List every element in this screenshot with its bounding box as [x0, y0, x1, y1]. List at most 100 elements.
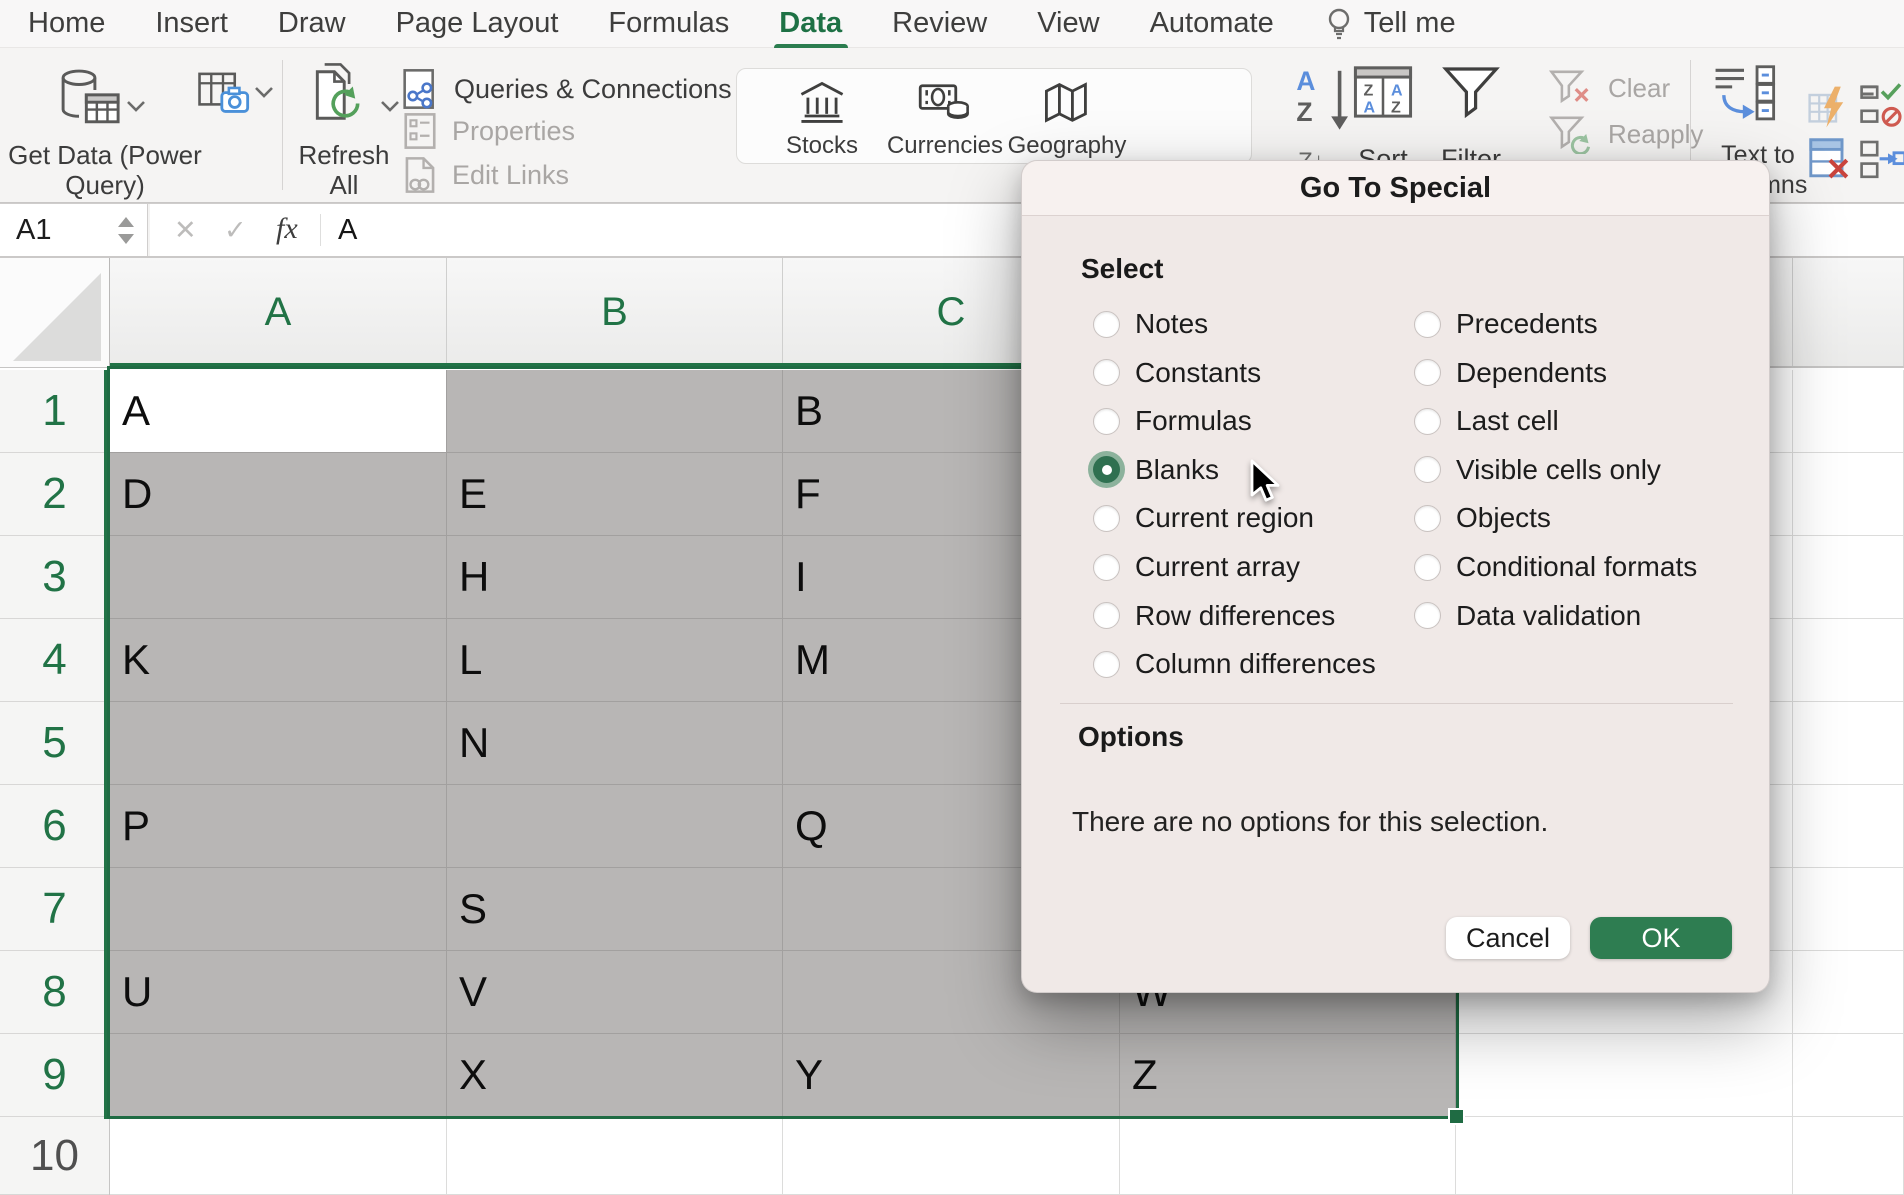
- cell-F5[interactable]: [1793, 702, 1904, 785]
- queries-connections-button[interactable]: Queries & Connections: [402, 68, 732, 110]
- cell-F6[interactable]: [1793, 785, 1904, 868]
- fill-handle[interactable]: [1448, 1108, 1465, 1125]
- cell-A6[interactable]: P: [110, 785, 447, 868]
- cell-C9[interactable]: Y: [783, 1034, 1120, 1117]
- cell-F9[interactable]: [1793, 1034, 1904, 1117]
- cell-B6[interactable]: [447, 785, 783, 868]
- cell-A8[interactable]: U: [110, 951, 447, 1034]
- cancel-button[interactable]: Cancel: [1446, 917, 1570, 959]
- cell-F1[interactable]: [1793, 370, 1904, 453]
- name-box-up-arrow-icon[interactable]: [118, 217, 134, 227]
- cell-B9[interactable]: X: [447, 1034, 783, 1117]
- consolidate-button[interactable]: [1858, 138, 1904, 187]
- cell-B5[interactable]: N: [447, 702, 783, 785]
- row-header-6[interactable]: 6: [0, 785, 109, 868]
- radio-option-objects[interactable]: Objects: [1414, 503, 1551, 533]
- row-header-9[interactable]: 9: [0, 1034, 109, 1117]
- cell-F8[interactable]: [1793, 951, 1904, 1034]
- cell-A9[interactable]: [110, 1034, 447, 1117]
- name-box-down-arrow-icon[interactable]: [118, 234, 134, 244]
- get-data-button[interactable]: [58, 68, 122, 139]
- data-validation-button[interactable]: [1858, 82, 1904, 135]
- cell-B1[interactable]: [447, 370, 783, 453]
- sort-ascending-button[interactable]: A Z: [1294, 66, 1354, 137]
- radio-option-notes[interactable]: Notes: [1093, 309, 1208, 339]
- radio-option-current-region[interactable]: Current region: [1093, 503, 1314, 533]
- dialog-title-bar[interactable]: Go To Special: [1022, 161, 1769, 216]
- cell-F3[interactable]: [1793, 536, 1904, 619]
- radio-option-column-differences[interactable]: Column differences: [1093, 649, 1376, 679]
- cell-B3[interactable]: H: [447, 536, 783, 619]
- cell-A7[interactable]: [110, 868, 447, 951]
- radio-option-conditional-formats[interactable]: Conditional formats: [1414, 552, 1697, 582]
- radio-option-last-cell[interactable]: Last cell: [1414, 406, 1559, 436]
- cell-B7[interactable]: S: [447, 868, 783, 951]
- cell-F7[interactable]: [1793, 868, 1904, 951]
- confirm-entry-icon[interactable]: ✓: [224, 204, 247, 256]
- menu-item-insert[interactable]: Insert: [155, 7, 228, 40]
- cell-C10[interactable]: [783, 1117, 1120, 1195]
- radio-option-blanks[interactable]: Blanks: [1093, 455, 1219, 485]
- row-header-2[interactable]: 2: [0, 453, 109, 536]
- cell-A2[interactable]: D: [110, 453, 447, 536]
- menu-item-automate[interactable]: Automate: [1150, 7, 1274, 40]
- menu-item-page-layout[interactable]: Page Layout: [396, 7, 559, 40]
- cell-B2[interactable]: E: [447, 453, 783, 536]
- filter-button[interactable]: [1440, 62, 1502, 127]
- insert-function-icon[interactable]: fx: [276, 204, 298, 254]
- cell-A1[interactable]: A: [110, 370, 447, 453]
- cell-A4[interactable]: K: [110, 619, 447, 702]
- row-header-1[interactable]: 1: [0, 370, 109, 453]
- cancel-entry-icon[interactable]: ✕: [174, 204, 197, 256]
- radio-option-data-validation[interactable]: Data validation: [1414, 601, 1641, 631]
- cell-E10[interactable]: [1456, 1117, 1793, 1195]
- menu-item-review[interactable]: Review: [892, 7, 987, 40]
- radio-option-dependents[interactable]: Dependents: [1414, 358, 1607, 388]
- cell-A3[interactable]: [110, 536, 447, 619]
- row-header-4[interactable]: 4: [0, 619, 109, 702]
- from-picture-chevron-icon[interactable]: [254, 86, 274, 99]
- cell-F10[interactable]: [1793, 1117, 1904, 1195]
- cell-D10[interactable]: [1120, 1117, 1456, 1195]
- cell-D9[interactable]: Z: [1120, 1034, 1456, 1117]
- menu-item-draw[interactable]: Draw: [278, 7, 346, 40]
- cell-F4[interactable]: [1793, 619, 1904, 702]
- cell-A10[interactable]: [110, 1117, 447, 1195]
- remove-duplicates-button[interactable]: [1806, 136, 1854, 187]
- tell-me-button[interactable]: Tell me: [1324, 7, 1456, 41]
- cell-B4[interactable]: L: [447, 619, 783, 702]
- cell-B8[interactable]: V: [447, 951, 783, 1034]
- row-header-5[interactable]: 5: [0, 702, 109, 785]
- cell-A5[interactable]: [110, 702, 447, 785]
- menu-item-formulas[interactable]: Formulas: [608, 7, 729, 40]
- refresh-all-chevron-icon[interactable]: [380, 100, 400, 113]
- menu-item-view[interactable]: View: [1037, 7, 1099, 40]
- cell-B10[interactable]: [447, 1117, 783, 1195]
- get-data-chevron-icon[interactable]: [126, 100, 146, 113]
- name-box[interactable]: A1: [0, 204, 148, 256]
- radio-option-precedents[interactable]: Precedents: [1414, 309, 1598, 339]
- radio-option-formulas[interactable]: Formulas: [1093, 406, 1252, 436]
- menu-item-home[interactable]: Home: [28, 7, 105, 40]
- row-header-10[interactable]: 10: [0, 1117, 109, 1195]
- text-to-columns-button[interactable]: [1712, 62, 1776, 131]
- row-header-3[interactable]: 3: [0, 536, 109, 619]
- refresh-all-button[interactable]: [312, 62, 374, 133]
- from-picture-button[interactable]: [196, 70, 250, 125]
- radio-option-visible-cells-only[interactable]: Visible cells only: [1414, 455, 1661, 485]
- column-header-F[interactable]: [1793, 258, 1904, 366]
- menu-item-data[interactable]: Data: [779, 7, 842, 40]
- cell-E9[interactable]: [1456, 1034, 1793, 1117]
- ok-button[interactable]: OK: [1590, 917, 1732, 959]
- radio-option-row-differences[interactable]: Row differences: [1093, 601, 1335, 631]
- cell-F2[interactable]: [1793, 453, 1904, 536]
- radio-option-current-array[interactable]: Current array: [1093, 552, 1300, 582]
- geography-button[interactable]: Geography: [992, 69, 1142, 165]
- row-header-7[interactable]: 7: [0, 868, 109, 951]
- sort-button[interactable]: Z A A Z: [1352, 62, 1414, 127]
- select-all-corner[interactable]: [0, 258, 110, 368]
- radio-option-constants[interactable]: Constants: [1093, 358, 1261, 388]
- row-header-8[interactable]: 8: [0, 951, 109, 1034]
- column-header-B[interactable]: B: [447, 258, 783, 366]
- column-header-A[interactable]: A: [110, 258, 447, 366]
